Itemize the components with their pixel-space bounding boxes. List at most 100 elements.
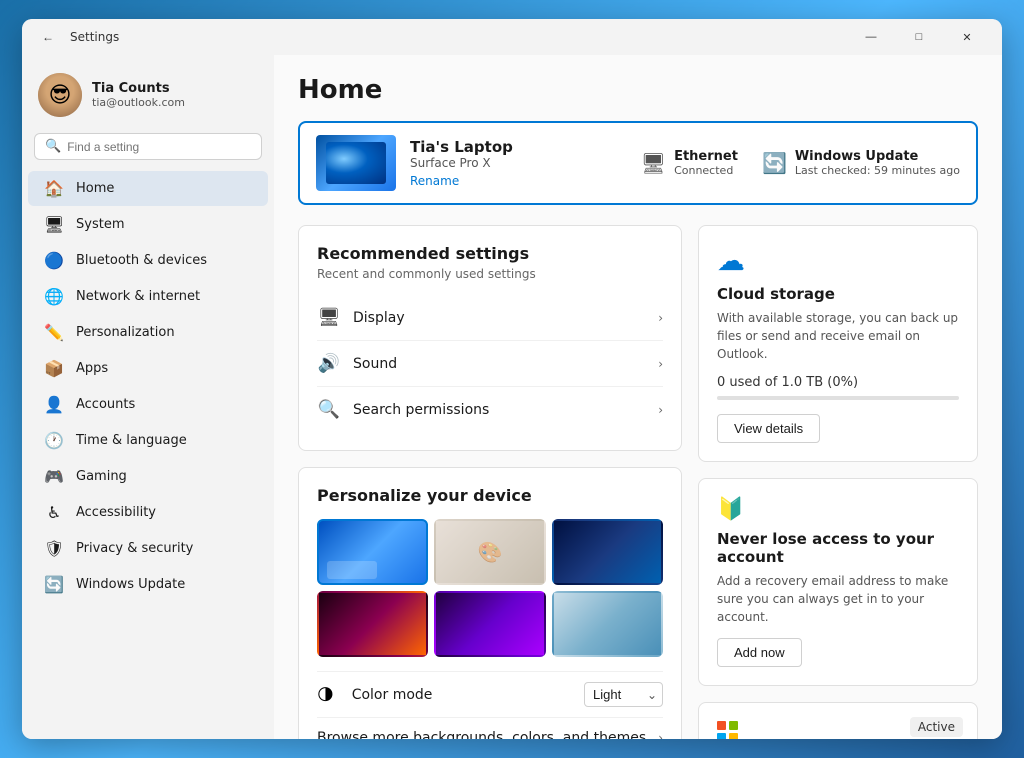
sound-setting-row[interactable]: 🔊 Sound › [317,341,663,387]
windows-update-icon: 🔄 [762,151,787,175]
accessibility-icon: ♿ [44,503,64,522]
network-icon: 🌐 [44,287,64,306]
wallpaper-2[interactable]: 🎨 [434,519,545,585]
color-mode-icon: 🌗 [317,685,334,704]
app-content: 😎 Tia Counts tia@outlook.com 🔍 🏠 Home [22,55,1002,739]
personalization-icon: ✏️ [44,323,64,342]
sidebar-item-accounts[interactable]: 👤 Accounts [28,387,268,422]
wallpaper-3[interactable] [552,519,663,585]
minimize-button[interactable]: — [848,21,894,53]
ms365-card: Active Microsoft 365 Family You have 1 T… [698,702,978,739]
title-bar: ← Settings — □ ✕ [22,19,1002,55]
sidebar-item-gaming[interactable]: 🎮 Gaming [28,459,268,494]
user-section: 😎 Tia Counts tia@outlook.com [22,63,274,133]
color-mode-row: 🌗 Color mode Light Dark Custom [317,671,663,718]
recommended-settings-card: Recommended settings Recent and commonly… [298,225,682,451]
color-mode-label: Color mode [352,687,574,703]
maximize-button[interactable]: □ [896,21,942,53]
recommended-title: Recommended settings [317,244,663,263]
device-thumbnail [316,135,396,191]
display-icon: 🖥 [317,307,341,328]
search-input[interactable] [67,140,251,154]
sidebar-item-update[interactable]: 🔄 Windows Update [28,567,268,602]
windows-update-info: Windows Update Last checked: 59 minutes … [795,149,960,177]
personalize-title: Personalize your device [317,486,663,505]
color-mode-select-wrapper[interactable]: Light Dark Custom [584,682,663,707]
usage-bar [717,396,959,400]
windows-update-label: Windows Update [795,149,960,164]
sound-chevron-icon: › [658,357,663,371]
view-details-button[interactable]: View details [717,414,820,443]
sidebar-item-privacy[interactable]: 🛡 Privacy & security [28,531,268,566]
search-box[interactable]: 🔍 [34,133,262,160]
device-swirl-image [326,142,386,184]
wallpaper-4[interactable] [317,591,428,657]
cloud-usage-text: 0 used of 1.0 TB (0%) [717,375,959,390]
ethernet-sub: Connected [674,164,738,177]
sidebar-item-personalization[interactable]: ✏️ Personalization [28,315,268,350]
ms-logo-blue [717,733,726,739]
sidebar-item-bluetooth[interactable]: 🔵 Bluetooth & devices [28,243,268,278]
system-icon: 🖥 [44,215,64,234]
home-icon: 🏠 [44,179,64,198]
sidebar-item-accounts-label: Accounts [76,397,135,412]
user-email: tia@outlook.com [92,96,185,109]
gaming-icon: 🎮 [44,467,64,486]
search-permissions-icon: 🔍 [317,399,341,420]
sidebar-item-network[interactable]: 🌐 Network & internet [28,279,268,314]
device-name: Tia's Laptop [410,138,603,156]
browse-themes-row[interactable]: Browse more backgrounds, colors, and the… [317,718,663,739]
wallpaper-1[interactable] [317,519,428,585]
display-setting-row[interactable]: 🖥 Display › [317,295,663,341]
add-now-button[interactable]: Add now [717,638,802,667]
page-title: Home [298,75,978,105]
sidebar-item-accessibility[interactable]: ♿ Accessibility [28,495,268,530]
main-content: Home Tia's Laptop Surface Pro X Rename 🖥 [274,55,1002,739]
search-permissions-label: Search permissions [353,402,646,418]
sidebar-item-apps[interactable]: 📦 Apps [28,351,268,386]
sidebar-item-personalization-label: Personalization [76,325,175,340]
sidebar-item-home-label: Home [76,181,114,196]
title-bar-left: ← Settings [34,23,848,51]
sidebar: 😎 Tia Counts tia@outlook.com 🔍 🏠 Home [22,55,274,739]
security-description: Add a recovery email address to make sur… [717,572,959,626]
update-icon: 🔄 [44,575,64,594]
sound-icon: 🔊 [317,353,341,374]
sidebar-item-bluetooth-label: Bluetooth & devices [76,253,207,268]
settings-window: ← Settings — □ ✕ 😎 Tia Counts tia@outloo… [22,19,1002,739]
search-setting-row[interactable]: 🔍 Search permissions › [317,387,663,432]
windows-update-status: 🔄 Windows Update Last checked: 59 minute… [762,149,960,177]
display-chevron-icon: › [658,311,663,325]
device-rename-link[interactable]: Rename [410,174,459,188]
close-button[interactable]: ✕ [944,21,990,53]
user-info: Tia Counts tia@outlook.com [92,81,185,109]
privacy-icon: 🛡 [44,539,64,558]
sidebar-item-time-label: Time & language [76,433,187,448]
cloud-title: Cloud storage [717,285,959,303]
personalize-card: Personalize your device 🎨 [298,467,682,739]
sidebar-item-apps-label: Apps [76,361,108,376]
cloud-description: With available storage, you can back up … [717,309,959,363]
window-title: Settings [70,30,119,44]
left-column: Recommended settings Recent and commonly… [298,225,682,739]
device-model: Surface Pro X [410,156,603,170]
sidebar-item-system[interactable]: 🖥 System [28,207,268,242]
sidebar-item-time[interactable]: 🕐 Time & language [28,423,268,458]
security-icon: 🔰 [717,497,959,522]
device-info: Tia's Laptop Surface Pro X Rename [410,138,603,189]
cloud-storage-card: ☁ Cloud storage With available storage, … [698,225,978,462]
wp2-icon: 🎨 [478,540,503,564]
sidebar-item-home[interactable]: 🏠 Home [28,171,268,206]
ethernet-status: 🖥 Ethernet Connected [641,149,738,177]
wallpaper-grid: 🎨 [317,519,663,657]
avatar-image: 😎 [38,73,82,117]
browse-themes-label: Browse more backgrounds, colors, and the… [317,730,658,739]
color-mode-select[interactable]: Light Dark Custom [584,682,663,707]
wallpaper-6[interactable] [552,591,663,657]
accounts-icon: 👤 [44,395,64,414]
ethernet-label: Ethernet [674,149,738,164]
ms-logo-red [717,721,726,730]
wallpaper-5[interactable] [434,591,545,657]
active-badge: Active [910,717,963,737]
back-button[interactable]: ← [34,23,62,51]
